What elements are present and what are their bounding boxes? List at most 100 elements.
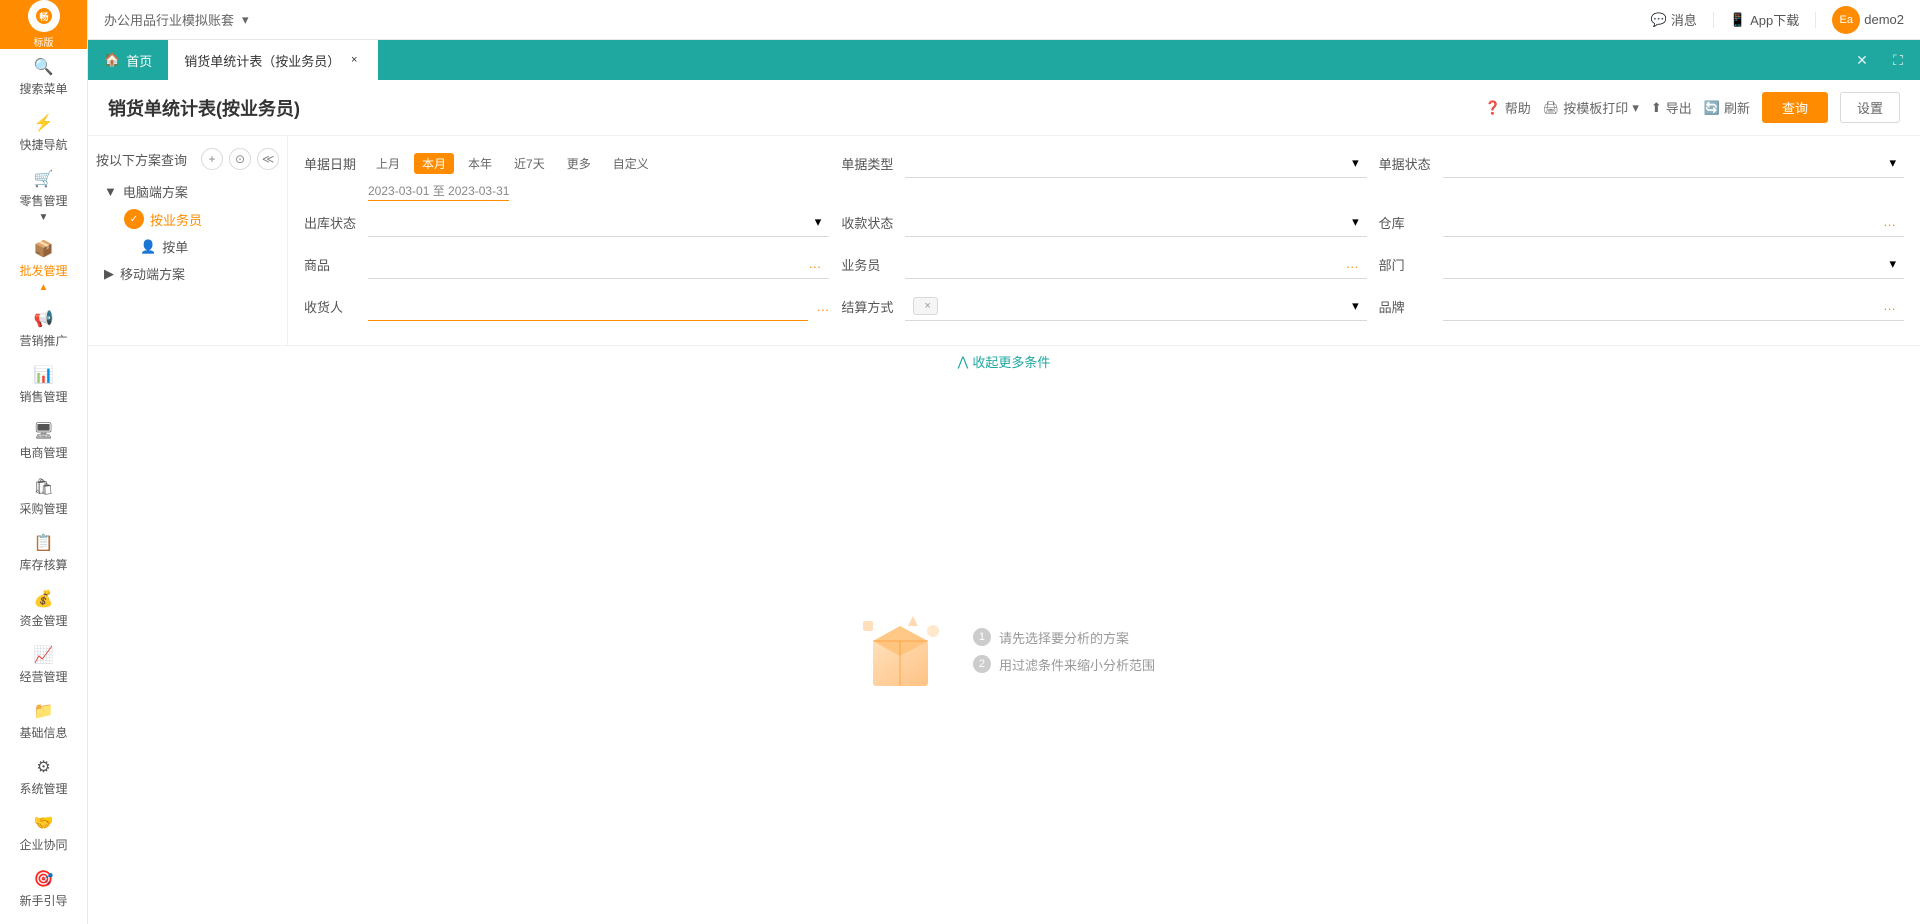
tab-bar-actions: ✕ ⛶ [1848, 46, 1920, 74]
sidebar-item-apps[interactable]: 🔲 应用中心 [0, 917, 88, 924]
collapse-bar: ⋀ 收起更多条件 [88, 345, 1920, 377]
tree-expand-icon2: ▶ [104, 266, 114, 282]
sidebar-item-quick-nav[interactable]: ⚡ 快捷导航 [0, 105, 88, 161]
left-panel-header: 按以下方案查询 + ⊙ ≪ [96, 148, 279, 170]
filter-warehouse: 仓库 … [1379, 207, 1904, 237]
goods-select[interactable]: … [368, 249, 829, 279]
ecommerce-icon: 🖥 [33, 421, 53, 441]
department-select[interactable]: ▾ [1443, 249, 1904, 279]
chevron-up-icon: ▲ [39, 282, 49, 293]
date-last-month-btn[interactable]: 上月 [368, 153, 408, 174]
doc-status-select[interactable]: ▾ [1443, 148, 1904, 178]
sidebar-item-retail[interactable]: 🛒 零售管理 ▼ [0, 161, 88, 231]
page-title: 销货单统计表(按业务员) [108, 95, 300, 121]
tree-item-by-order[interactable]: 👤 按单 [96, 233, 279, 260]
collapse-icon: ⋀ [958, 354, 969, 370]
finance-icon: 💰 [34, 589, 54, 609]
query-button[interactable]: 查询 [1762, 92, 1828, 123]
divider2 [1815, 12, 1816, 28]
help-button[interactable]: ❓ 帮助 [1485, 98, 1531, 117]
collapse-left-button[interactable]: ≪ [257, 148, 279, 170]
refresh-icon: 🔄 [1704, 100, 1720, 116]
print-button[interactable]: 🖨 按模板打印 ▾ [1543, 98, 1639, 117]
tree-group-desktop[interactable]: ▼ 电脑端方案 [96, 178, 279, 205]
salesperson-label: 业务员 [841, 255, 897, 274]
tab-bar: 🏠 首页 销货单统计表（按业务员） × ✕ ⛶ [88, 40, 1920, 80]
brand-select[interactable]: … [1443, 291, 1904, 321]
app-download-button[interactable]: 📱 App下载 [1730, 10, 1799, 29]
refresh-button[interactable]: 🔄 刷新 [1704, 98, 1750, 117]
sidebar-item-wholesale[interactable]: 📦 批发管理 ▲ [0, 231, 88, 301]
empty-hint-1: 1 请先选择要分析的方案 [973, 628, 1155, 647]
tree-item-by-salesperson[interactable]: ✓ 按业务员 [96, 205, 279, 233]
page-header: 销货单统计表(按业务员) ❓ 帮助 🖨 按模板打印 ▾ ⬆ 导出 [88, 80, 1920, 136]
goods-dots[interactable]: … [808, 256, 821, 271]
window-expand-button[interactable]: ⛶ [1884, 46, 1912, 74]
page-header-actions: ❓ 帮助 🖨 按模板打印 ▾ ⬆ 导出 🔄 刷新 [1485, 92, 1900, 123]
warehouse-select[interactable]: … [1443, 207, 1904, 237]
salesperson-select[interactable]: … [905, 249, 1366, 279]
sidebar-item-basic[interactable]: 📁 基础信息 [0, 693, 88, 749]
chevron-down-icon3: ▾ [1889, 155, 1896, 171]
sidebar-logo[interactable]: 畅 标版 [0, 0, 88, 49]
sidebar-item-purchase[interactable]: 🛍 采购管理 [0, 469, 88, 525]
settings-button[interactable]: 设置 [1840, 92, 1900, 123]
sidebar-item-sales[interactable]: 📊 销售管理 [0, 357, 88, 413]
settlement-select[interactable]: × ▾ [905, 291, 1366, 321]
message-button[interactable]: 💬 消息 [1651, 10, 1697, 29]
sidebar-item-newbie[interactable]: 🎯 新手引导 [0, 861, 88, 917]
basic-icon: 📁 [34, 701, 54, 721]
tree-expand-icon: ▼ [104, 184, 117, 199]
department-label: 部门 [1379, 255, 1435, 274]
main-area: 办公用品行业模拟账套 ▾ 💬 消息 📱 App下载 Ea demo2 🏠 首页 [88, 0, 1920, 924]
scheme-settings-button[interactable]: ⊙ [229, 148, 251, 170]
export-button[interactable]: ⬆ 导出 [1651, 98, 1692, 117]
divider [1713, 12, 1714, 28]
sidebar-item-marketing[interactable]: 📢 营销推广 [0, 301, 88, 357]
sidebar-item-system[interactable]: ⚙ 系统管理 [0, 749, 88, 805]
settlement-tag-close[interactable]: × [924, 300, 930, 312]
filter-settlement: 结算方式 × ▾ [841, 291, 1366, 321]
brand-dots[interactable]: … [1883, 298, 1896, 313]
sidebar: 畅 标版 🔍 搜索菜单 ⚡ 快捷导航 🛒 零售管理 ▼ 📦 批发管理 ▲ 📢 营… [0, 0, 88, 924]
sidebar-item-inventory[interactable]: 📋 库存核算 [0, 525, 88, 581]
salesperson-dots[interactable]: … [1346, 256, 1359, 271]
sidebar-item-operations[interactable]: 📈 经营管理 [0, 637, 88, 693]
date-this-month-btn[interactable]: 本月 [414, 153, 454, 174]
user-button[interactable]: Ea demo2 [1832, 6, 1904, 34]
settings-small-icon: ⊙ [235, 152, 245, 166]
payment-select[interactable]: ▾ [905, 207, 1366, 237]
empty-hint-2: 2 用过滤条件来缩小分析范围 [973, 655, 1155, 674]
sidebar-item-finance[interactable]: 💰 资金管理 [0, 581, 88, 637]
tree-group-mobile[interactable]: ▶ 移动端方案 [96, 260, 279, 287]
tab-sales-stats[interactable]: 销货单统计表（按业务员） × [168, 40, 378, 80]
add-scheme-button[interactable]: + [201, 148, 223, 170]
tab-close-icon[interactable]: × [346, 52, 362, 68]
content-area: 销货单统计表(按业务员) ❓ 帮助 🖨 按模板打印 ▾ ⬆ 导出 [88, 80, 1920, 924]
warehouse-dots[interactable]: … [1883, 214, 1896, 229]
delivery-select[interactable]: ▾ [368, 207, 829, 237]
tab-home[interactable]: 🏠 首页 [88, 40, 168, 80]
settlement-tag: × [913, 297, 937, 315]
receiver-dots[interactable]: … [816, 299, 829, 314]
sidebar-item-search[interactable]: 🔍 搜索菜单 [0, 49, 88, 105]
collapse-button[interactable]: ⋀ 收起更多条件 [958, 352, 1051, 371]
date-recent7-btn[interactable]: 近7天 [506, 153, 553, 174]
avatar: Ea [1832, 6, 1860, 34]
doc-type-select[interactable]: ▾ [905, 148, 1366, 178]
svg-text:畅: 畅 [39, 11, 48, 22]
sidebar-item-enterprise[interactable]: 🤝 企业协同 [0, 805, 88, 861]
receiver-input[interactable] [368, 291, 808, 321]
date-more-btn[interactable]: 更多 [559, 153, 599, 174]
date-this-year-btn[interactable]: 本年 [460, 153, 500, 174]
breadcrumb-arrow-icon[interactable]: ▾ [242, 12, 249, 28]
sidebar-item-ecommerce[interactable]: 🖥 电商管理 [0, 413, 88, 469]
window-close-button[interactable]: ✕ [1848, 46, 1876, 74]
breadcrumb-area: 办公用品行业模拟账套 ▾ [104, 10, 249, 29]
date-custom-btn[interactable]: 自定义 [605, 153, 657, 174]
receiver-label: 收货人 [304, 297, 360, 316]
logo-text: 标版 [34, 34, 54, 49]
filter-doc-type: 单据类型 ▾ [841, 148, 1366, 178]
date-range-display: 2023-03-01 至 2023-03-31 [368, 184, 509, 201]
filter-doc-status: 单据状态 ▾ [1379, 148, 1904, 178]
